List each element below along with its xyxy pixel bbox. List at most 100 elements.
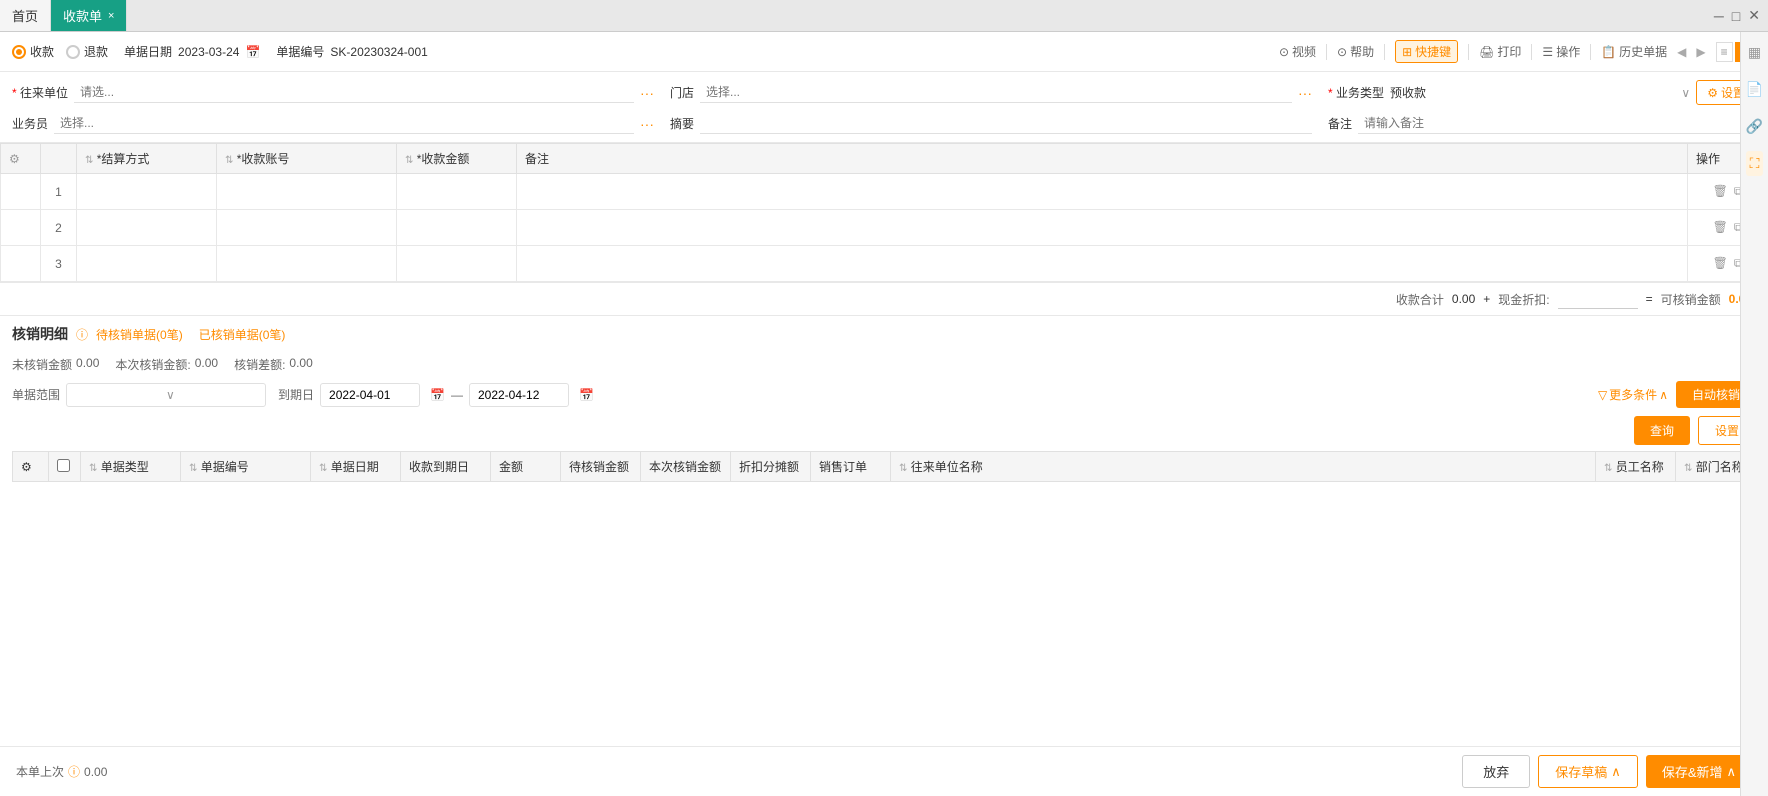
counterparty-more-icon[interactable]: ··· bbox=[640, 85, 654, 101]
table-cell-settlement-3[interactable] bbox=[77, 246, 217, 282]
table-cell-note-3[interactable] bbox=[517, 246, 1688, 282]
amount-header-label: *收款金额 bbox=[417, 152, 470, 166]
maximize-icon[interactable]: □ bbox=[1732, 8, 1740, 24]
tab-bar: 首页 收款单 × ─ □ ✕ bbox=[0, 0, 1768, 32]
pagination-next[interactable]: ▶ bbox=[1696, 45, 1705, 59]
business-type-label: 业务类型 bbox=[1328, 84, 1384, 101]
table-cell-amount-1[interactable] bbox=[397, 174, 517, 210]
radio-receipt-dot bbox=[12, 45, 26, 59]
verification-title: 核销明细 bbox=[12, 324, 68, 344]
save-new-button[interactable]: 保存&新增 ∧ bbox=[1646, 755, 1752, 788]
video-action[interactable]: ⊙ 视频 bbox=[1279, 43, 1316, 60]
operation-action[interactable]: ☰ 操作 bbox=[1542, 43, 1580, 60]
row-delete-icon-2[interactable]: 🗑 bbox=[1713, 220, 1728, 235]
save-draft-button[interactable]: 保存草稿 ∧ bbox=[1538, 755, 1638, 788]
help-action[interactable]: ⊙ 帮助 bbox=[1337, 43, 1374, 60]
table-cell-amount-3[interactable] bbox=[397, 246, 517, 282]
row-delete-icon-1[interactable]: 🗑 bbox=[1713, 184, 1728, 199]
print-action[interactable]: 🖨 打印 bbox=[1479, 43, 1521, 60]
summary-row: 收款合计 0.00 + 现金折扣: = 可核销金额 0.00 bbox=[0, 283, 1768, 316]
query-button[interactable]: 查询 bbox=[1634, 416, 1690, 445]
table-cell-account-3[interactable] bbox=[217, 246, 397, 282]
doc-date-value[interactable]: 2023-03-24 bbox=[178, 45, 239, 59]
sidebar-table-icon[interactable]: ▦ bbox=[1744, 40, 1765, 65]
table-cell-note-2[interactable] bbox=[517, 210, 1688, 246]
table-row: 3 🗑 ⧉ bbox=[1, 246, 1768, 282]
table-settlement-header: ⇅ *结算方式 bbox=[77, 144, 217, 174]
ver-gear-header[interactable]: ⚙ bbox=[13, 452, 49, 482]
calendar-icon[interactable]: 📅 bbox=[245, 45, 260, 59]
note-input[interactable] bbox=[1358, 113, 1756, 134]
sort-icon-t3: ⇅ bbox=[319, 463, 327, 474]
abandon-button[interactable]: 放弃 bbox=[1462, 755, 1530, 788]
sidebar-document-icon[interactable]: 📄 bbox=[1742, 77, 1767, 102]
doc-type-header-label: 单据类型 bbox=[101, 460, 149, 474]
gear-icon: ⚙ bbox=[1707, 86, 1718, 100]
operation-label: 操作 bbox=[1556, 43, 1580, 60]
cal-from-icon[interactable]: 📅 bbox=[430, 388, 445, 402]
cal-to-icon[interactable]: 📅 bbox=[579, 388, 594, 402]
net-label: 可核销金额 bbox=[1661, 291, 1721, 308]
help-label: 帮助 bbox=[1350, 43, 1374, 60]
close-window-icon[interactable]: ✕ bbox=[1748, 7, 1760, 24]
table-cell-gear-2 bbox=[1, 210, 41, 246]
store-input[interactable] bbox=[700, 82, 1292, 103]
total-label: 收款合计 bbox=[1396, 291, 1444, 308]
sidebar-expand-icon[interactable]: ⛶ bbox=[1746, 151, 1764, 176]
tab-home[interactable]: 首页 bbox=[0, 0, 51, 31]
business-type-field: 业务类型 预收款 ∨ ⚙ 设置 bbox=[1328, 80, 1756, 105]
table-cell-note-1[interactable] bbox=[517, 174, 1688, 210]
counterparty-input[interactable] bbox=[74, 82, 634, 103]
minimize-icon[interactable]: ─ bbox=[1714, 8, 1724, 24]
salesperson-more-icon[interactable]: ··· bbox=[640, 116, 654, 132]
toolbar-actions: ⊙ 视频 ⊙ 帮助 ⊞ 快捷键 🖨 打印 ☰ 操作 bbox=[1279, 40, 1756, 63]
radio-refund[interactable]: 退款 bbox=[66, 43, 108, 60]
doc-no-value[interactable]: SK-20230324-001 bbox=[330, 45, 427, 59]
shortcut-action[interactable]: ⊞ 快捷键 bbox=[1395, 40, 1458, 63]
current-label: 本次核销金额: bbox=[115, 356, 190, 373]
counterparty-field: 往来单位 ··· bbox=[12, 82, 654, 103]
tab-receipt-close[interactable]: × bbox=[108, 10, 114, 22]
salesperson-input[interactable] bbox=[54, 113, 634, 134]
discount-input[interactable] bbox=[1558, 289, 1638, 309]
row-delete-icon-3[interactable]: 🗑 bbox=[1713, 256, 1728, 271]
pending-tab[interactable]: 待核销单据(0笔) bbox=[96, 326, 183, 343]
counterparty-header-label: 往来单位名称 bbox=[911, 460, 983, 474]
radio-receipt[interactable]: 收款 bbox=[12, 43, 54, 60]
table-gear-header[interactable]: ⚙ bbox=[1, 144, 41, 174]
shortcut-icon: ⊞ bbox=[1402, 45, 1412, 59]
more-conditions-btn[interactable]: ▽ 更多条件 ∧ bbox=[1598, 386, 1668, 403]
table-cell-account-2[interactable] bbox=[217, 210, 397, 246]
tab-receipt[interactable]: 收款单 × bbox=[51, 0, 127, 31]
summary-input[interactable] bbox=[700, 113, 1312, 134]
bottom-info-icon[interactable]: ⓘ bbox=[68, 763, 80, 780]
business-type-select[interactable]: 预收款 ∨ bbox=[1390, 84, 1690, 101]
video-label: 视频 bbox=[1292, 43, 1316, 60]
date-from-input[interactable] bbox=[320, 383, 420, 407]
range-chevron-icon: ∨ bbox=[166, 388, 257, 402]
ver-checkbox-header[interactable] bbox=[49, 452, 81, 482]
history-action[interactable]: 📋 历史单据 bbox=[1601, 43, 1667, 60]
plus-sign: + bbox=[1483, 292, 1490, 306]
current-value: 0.00 bbox=[195, 356, 218, 373]
verification-info-icon[interactable]: ⓘ bbox=[76, 326, 88, 343]
table-cell-settlement-2[interactable] bbox=[77, 210, 217, 246]
diff-value: 0.00 bbox=[289, 356, 312, 373]
ver-doc-date-header: ⇅ 单据日期 bbox=[311, 452, 401, 482]
range-select[interactable]: ∨ bbox=[66, 383, 266, 407]
pending-label: 待核销单据 bbox=[96, 328, 156, 342]
pagination-prev[interactable]: ◀ bbox=[1677, 45, 1686, 59]
range-filter-field: 单据范围 ∨ bbox=[12, 383, 266, 407]
verification-tabs: 待核销单据(0笔) 已核销单据(0笔) bbox=[96, 326, 285, 343]
table-cell-amount-2[interactable] bbox=[397, 210, 517, 246]
table-cell-settlement-1[interactable] bbox=[77, 174, 217, 210]
ver-select-all[interactable] bbox=[57, 459, 70, 472]
date-to-input[interactable] bbox=[469, 383, 569, 407]
table-cell-account-1[interactable] bbox=[217, 174, 397, 210]
main-content: 收款 退款 单据日期 2023-03-24 📅 单据编号 SK-20230324… bbox=[0, 32, 1768, 796]
done-tab[interactable]: 已核销单据(0笔) bbox=[199, 326, 286, 343]
view-list-btn[interactable]: ≡ bbox=[1716, 42, 1733, 62]
store-more-icon[interactable]: ··· bbox=[1298, 85, 1312, 101]
sidebar-link-icon[interactable]: 🔗 bbox=[1742, 114, 1767, 139]
form-area: 往来单位 ··· 门店 ··· 业务类型 预收款 ∨ ⚙ 设置 bbox=[0, 72, 1768, 143]
